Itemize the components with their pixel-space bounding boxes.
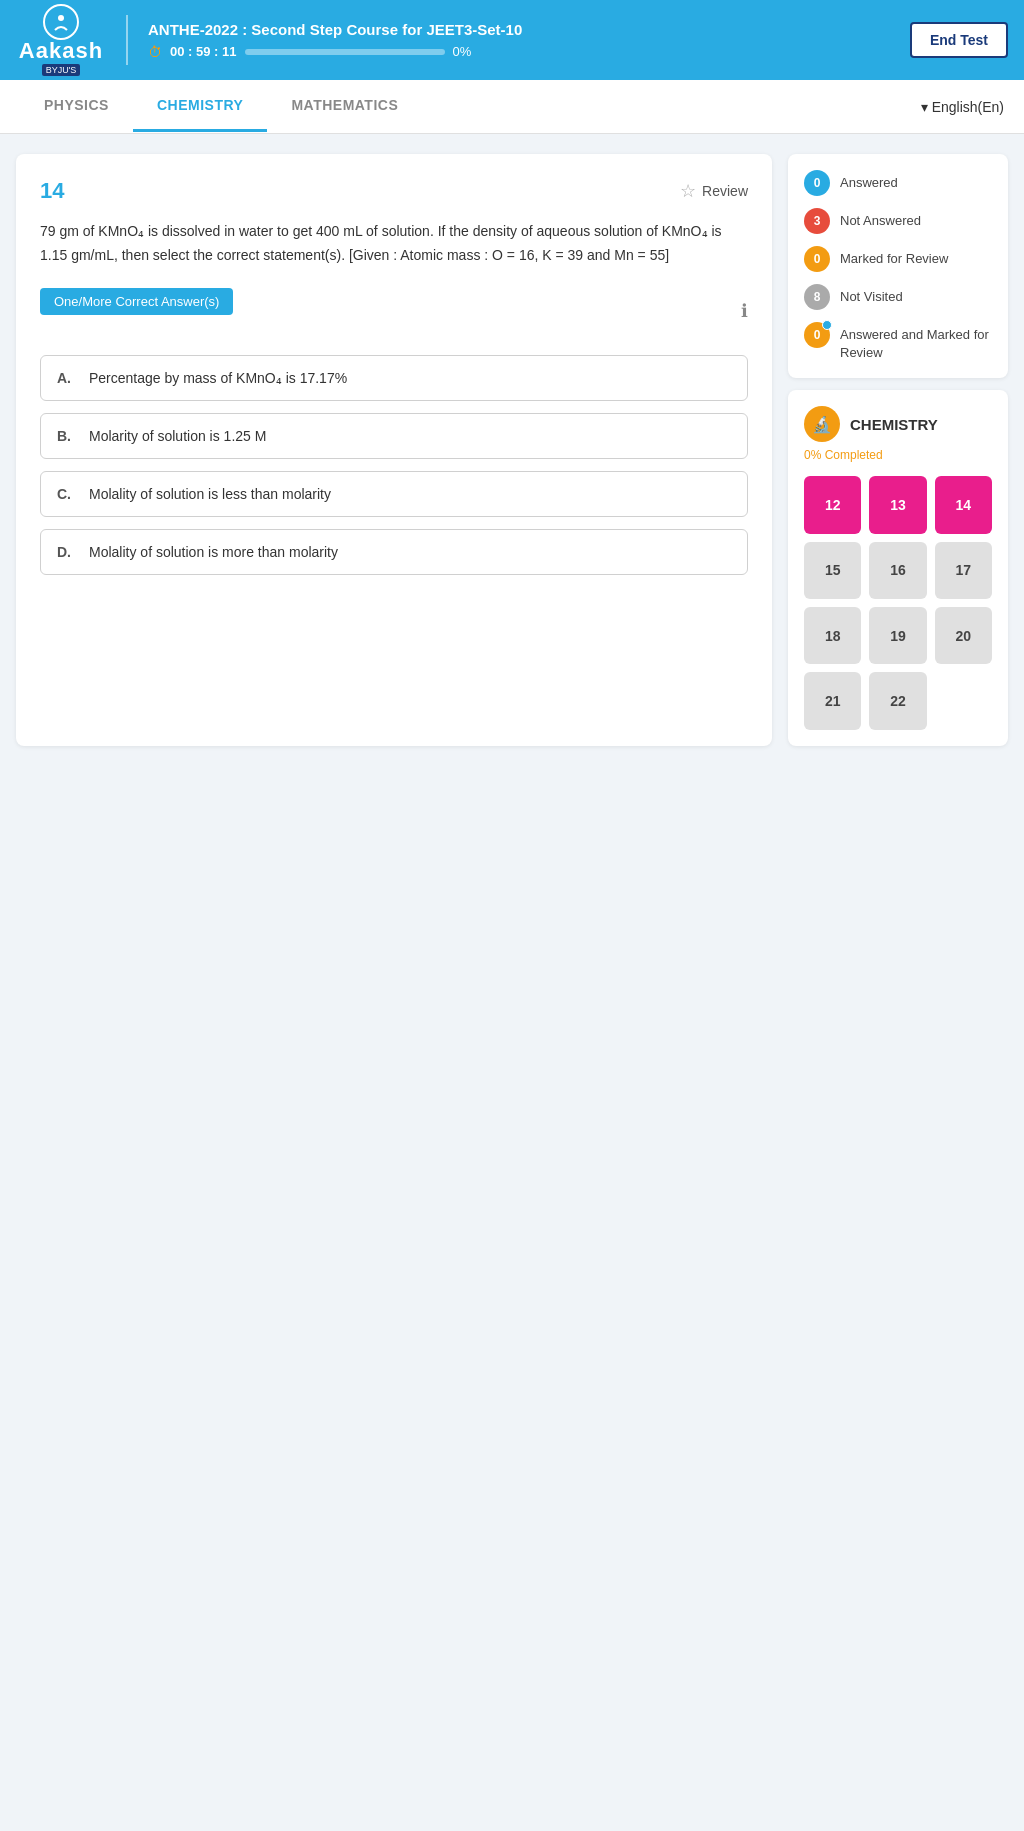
legend-not-answered: 3 Not Answered <box>804 208 992 234</box>
question-header: 14 ☆ Review <box>40 178 748 204</box>
marked-label: Marked for Review <box>840 246 948 268</box>
answered-badge: 0 <box>804 170 830 196</box>
q-btn-20[interactable]: 20 <box>935 607 992 664</box>
tab-physics[interactable]: PHYSICS <box>20 81 133 132</box>
logo-text: Aakash <box>19 40 103 62</box>
not-answered-badge: 3 <box>804 208 830 234</box>
question-text: 79 gm of KMnO₄ is dissolved in water to … <box>40 220 748 268</box>
option-d-label: D. <box>57 544 77 560</box>
subject-header: 🔬 CHEMISTRY <box>804 406 992 442</box>
logo-byju: BYJU'S <box>42 64 81 76</box>
question-number: 14 <box>40 178 64 204</box>
logo-area: Aakash BYJU'S <box>16 4 106 76</box>
tab-mathematics[interactable]: MATHEMATICS <box>267 81 422 132</box>
answer-type-button[interactable]: One/More Correct Answer(s) <box>40 288 233 315</box>
option-d[interactable]: D. Molality of solution is more than mol… <box>40 529 748 575</box>
not-answered-label: Not Answered <box>840 208 921 230</box>
option-d-text: Molality of solution is more than molari… <box>89 544 338 560</box>
review-button[interactable]: ☆ Review <box>680 180 748 202</box>
subject-name: CHEMISTRY <box>850 416 938 433</box>
answered-marked-label: Answered and Marked for Review <box>840 322 992 362</box>
q-btn-22[interactable]: 22 <box>869 672 926 729</box>
option-b-text: Molarity of solution is 1.25 M <box>89 428 266 444</box>
legend-not-visited: 8 Not Visited <box>804 284 992 310</box>
timer-display: 00 : 59 : 11 <box>170 44 237 59</box>
marked-badge: 0 <box>804 246 830 272</box>
option-b[interactable]: B. Molarity of solution is 1.25 M <box>40 413 748 459</box>
end-test-button[interactable]: End Test <box>910 22 1008 58</box>
question-grid: 12 13 14 15 16 17 18 19 20 21 22 <box>804 476 992 729</box>
q-btn-18[interactable]: 18 <box>804 607 861 664</box>
timer-bar: ⏱ 00 : 59 : 11 0% <box>148 44 898 60</box>
q-btn-13[interactable]: 13 <box>869 476 926 533</box>
q-btn-14[interactable]: 14 <box>935 476 992 533</box>
option-a[interactable]: A. Percentage by mass of KMnO₄ is 17.17% <box>40 355 748 401</box>
subject-tabs: PHYSICS CHEMISTRY MATHEMATICS ▾ English(… <box>0 80 1024 134</box>
option-b-label: B. <box>57 428 77 444</box>
legend-marked: 0 Marked for Review <box>804 246 992 272</box>
exam-title: ANTHE-2022 : Second Step Course for JEET… <box>148 20 898 40</box>
header-divider <box>126 15 128 65</box>
option-a-text: Percentage by mass of KMnO₄ is 17.17% <box>89 370 347 386</box>
option-c-text: Molality of solution is less than molari… <box>89 486 331 502</box>
language-selector[interactable]: ▾ English(En) <box>921 99 1004 115</box>
q-btn-17[interactable]: 17 <box>935 542 992 599</box>
svg-point-0 <box>58 15 64 21</box>
tab-chemistry[interactable]: CHEMISTRY <box>133 81 267 132</box>
options-list: A. Percentage by mass of KMnO₄ is 17.17%… <box>40 355 748 575</box>
main-layout: 14 ☆ Review 79 gm of KMnO₄ is dissolved … <box>0 134 1024 766</box>
q-btn-21[interactable]: 21 <box>804 672 861 729</box>
star-icon: ☆ <box>680 180 696 202</box>
app-header: Aakash BYJU'S ANTHE-2022 : Second Step C… <box>0 0 1024 80</box>
progress-track <box>245 49 445 55</box>
info-icon[interactable]: ℹ <box>741 300 748 322</box>
legend-answered: 0 Answered <box>804 170 992 196</box>
option-c[interactable]: C. Molality of solution is less than mol… <box>40 471 748 517</box>
answered-marked-badge: 0 <box>804 322 830 348</box>
legend-card: 0 Answered 3 Not Answered 0 Marked for R… <box>788 154 1008 378</box>
progress-percent: 0% <box>453 44 472 59</box>
option-c-label: C. <box>57 486 77 502</box>
legend-answered-marked: 0 Answered and Marked for Review <box>804 322 992 362</box>
subject-progress: 0% Completed <box>804 448 992 462</box>
logo-circle <box>43 4 79 40</box>
not-visited-badge: 8 <box>804 284 830 310</box>
q-btn-16[interactable]: 16 <box>869 542 926 599</box>
sidebar: 0 Answered 3 Not Answered 0 Marked for R… <box>788 154 1008 746</box>
q-btn-12[interactable]: 12 <box>804 476 861 533</box>
header-info: ANTHE-2022 : Second Step Course for JEET… <box>148 20 898 60</box>
q-btn-15[interactable]: 15 <box>804 542 861 599</box>
answered-label: Answered <box>840 170 898 192</box>
timer-icon: ⏱ <box>148 44 162 60</box>
option-a-label: A. <box>57 370 77 386</box>
question-panel: 14 ☆ Review 79 gm of KMnO₄ is dissolved … <box>16 154 772 746</box>
not-visited-label: Not Visited <box>840 284 903 306</box>
subject-icon: 🔬 <box>804 406 840 442</box>
q-btn-19[interactable]: 19 <box>869 607 926 664</box>
subject-card: 🔬 CHEMISTRY 0% Completed 12 13 14 15 16 … <box>788 390 1008 745</box>
